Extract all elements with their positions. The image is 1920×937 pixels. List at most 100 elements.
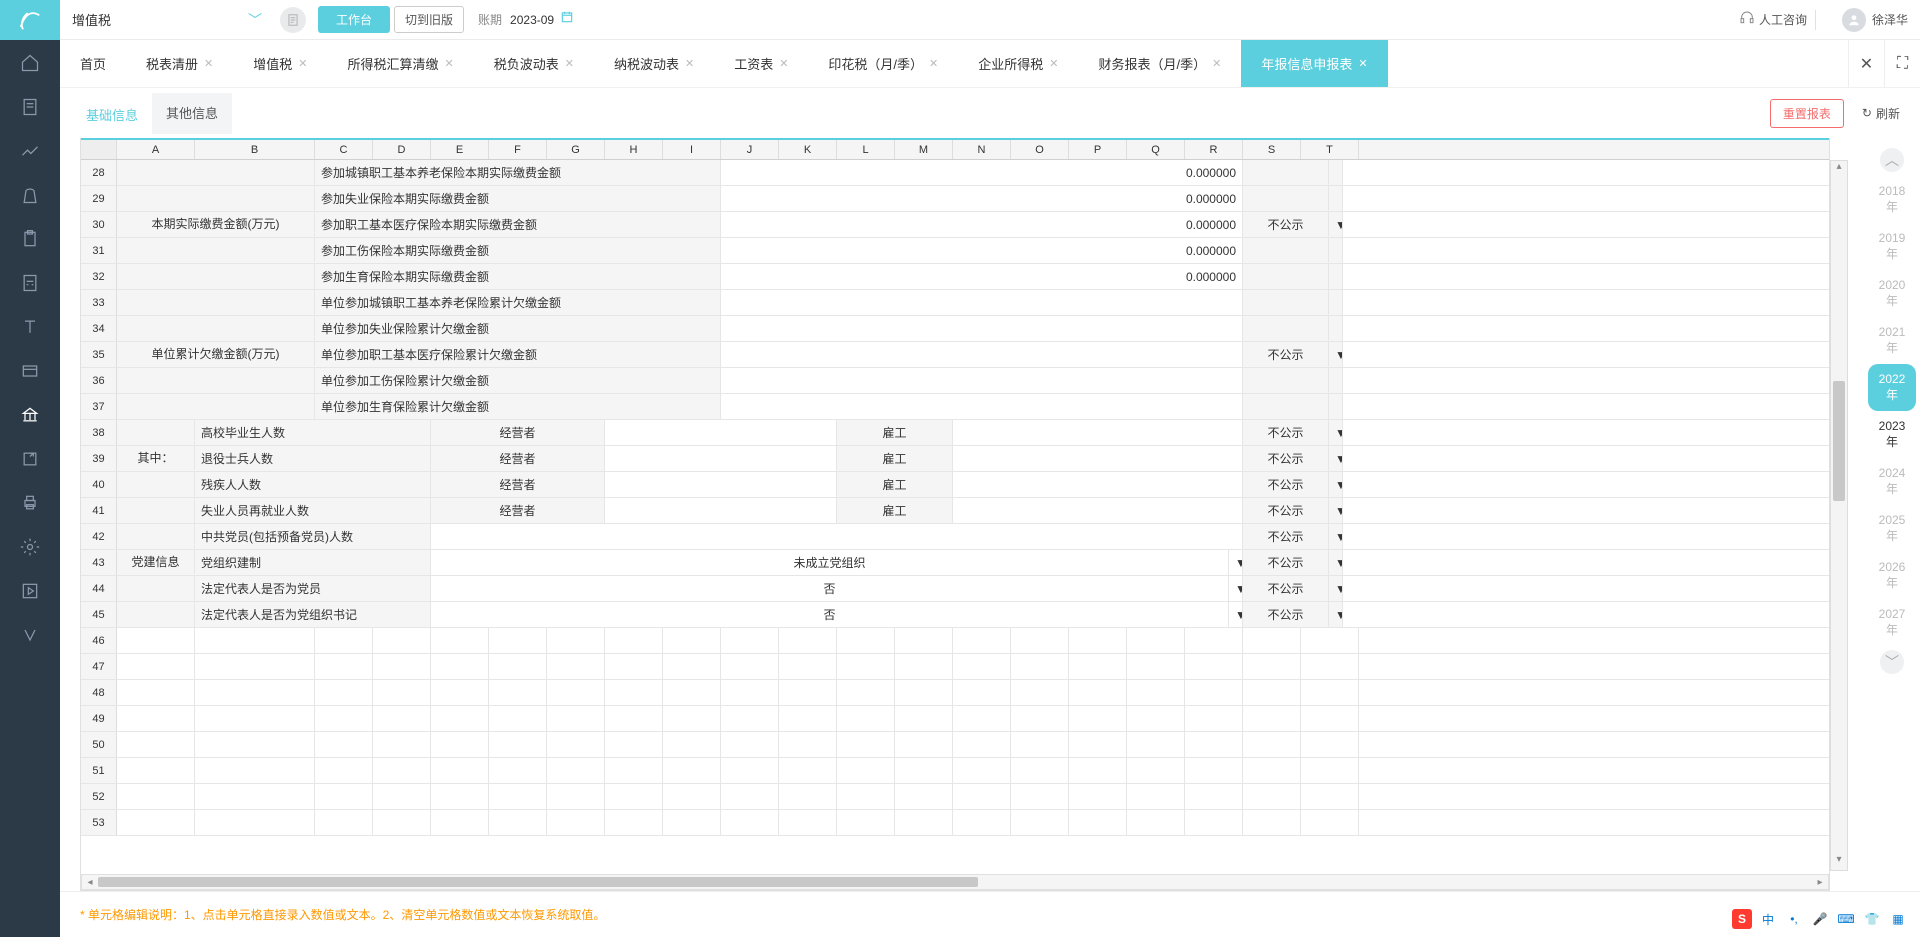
empty-cell[interactable]: [779, 628, 837, 653]
nav-doc-icon[interactable]: [0, 86, 60, 128]
empty-cell[interactable]: [1011, 628, 1069, 653]
tax-type-dropdown[interactable]: 增值税 ﹀: [72, 10, 272, 30]
visibility-dropdown[interactable]: ▼: [1329, 472, 1343, 497]
empty-cell[interactable]: [117, 654, 195, 679]
select-dropdown[interactable]: ▼: [1229, 576, 1243, 601]
empty-cell[interactable]: [315, 810, 373, 835]
row-number[interactable]: 38: [81, 420, 117, 445]
empty-cell[interactable]: [195, 706, 315, 731]
row-number[interactable]: 42: [81, 524, 117, 549]
empty-cell[interactable]: [489, 784, 547, 809]
close-icon[interactable]: ✕: [1358, 57, 1367, 70]
empty-cell[interactable]: [1069, 680, 1127, 705]
empty-cell[interactable]: [605, 732, 663, 757]
empty-cell[interactable]: [663, 758, 721, 783]
empty-cell[interactable]: [721, 628, 779, 653]
scroll-up-arrow[interactable]: ▴: [1831, 161, 1847, 177]
empty-cell[interactable]: [953, 706, 1011, 731]
tab-7[interactable]: 印花税（月/季）✕: [808, 40, 958, 87]
scroll-down-arrow[interactable]: ▾: [1831, 854, 1847, 870]
row-number[interactable]: 35: [81, 342, 117, 367]
empty-cell[interactable]: [895, 758, 953, 783]
empty-cell[interactable]: [315, 680, 373, 705]
horizontal-scroll-thumb[interactable]: [98, 877, 978, 887]
empty-cell[interactable]: [779, 732, 837, 757]
ime-keyboard-icon[interactable]: ⌨: [1836, 909, 1856, 929]
select-dropdown[interactable]: ▼: [1229, 550, 1243, 575]
empty-cell[interactable]: [605, 628, 663, 653]
nav-bank-icon[interactable]: [0, 394, 60, 436]
empty-cell[interactable]: [373, 654, 431, 679]
tab-1[interactable]: 税表清册✕: [126, 40, 233, 87]
column-header-C[interactable]: C: [315, 140, 373, 159]
empty-cell[interactable]: [1011, 654, 1069, 679]
empty-cell[interactable]: [1301, 706, 1359, 731]
empty-cell[interactable]: [1127, 810, 1185, 835]
close-icon[interactable]: ✕: [445, 57, 454, 70]
empty-cell[interactable]: [721, 758, 779, 783]
column-header-T[interactable]: T: [1301, 140, 1359, 159]
empty-cell[interactable]: [1069, 654, 1127, 679]
empty-cell[interactable]: [195, 680, 315, 705]
empty-cell[interactable]: [953, 784, 1011, 809]
empty-cell[interactable]: [117, 628, 195, 653]
empty-cell[interactable]: [117, 706, 195, 731]
tab-10[interactable]: 年报信息申报表✕: [1241, 40, 1387, 87]
visibility-dropdown[interactable]: [1329, 368, 1343, 393]
empty-cell[interactable]: [721, 680, 779, 705]
column-header-I[interactable]: I: [663, 140, 721, 159]
empty-cell[interactable]: [663, 706, 721, 731]
empty-cell[interactable]: [373, 706, 431, 731]
ime-punct-icon[interactable]: •,: [1784, 909, 1804, 929]
reset-report-button[interactable]: 重置报表: [1770, 99, 1844, 128]
visibility-cell[interactable]: 不公示: [1243, 602, 1329, 627]
row-number[interactable]: 28: [81, 160, 117, 185]
empty-cell[interactable]: [431, 732, 489, 757]
empty-cell[interactable]: [1243, 680, 1301, 705]
workspace-button[interactable]: 工作台: [318, 6, 390, 33]
empty-cell[interactable]: [1127, 758, 1185, 783]
empty-cell[interactable]: [547, 654, 605, 679]
visibility-cell[interactable]: 不公示: [1243, 446, 1329, 471]
column-header-S[interactable]: S: [1243, 140, 1301, 159]
empty-cell[interactable]: [953, 628, 1011, 653]
nav-chart-icon[interactable]: [0, 130, 60, 172]
empty-cell[interactable]: [1069, 628, 1127, 653]
empty-cell[interactable]: [605, 706, 663, 731]
empty-cell[interactable]: [1069, 758, 1127, 783]
empty-cell[interactable]: [1243, 758, 1301, 783]
empty-cell[interactable]: [373, 784, 431, 809]
empty-cell[interactable]: [895, 732, 953, 757]
value-cell[interactable]: [431, 524, 1243, 549]
year-option[interactable]: 2026年: [1868, 552, 1916, 599]
empty-cell[interactable]: [721, 706, 779, 731]
empty-cell[interactable]: [547, 628, 605, 653]
empty-cell[interactable]: [837, 784, 895, 809]
row-number[interactable]: 53: [81, 810, 117, 835]
row-number[interactable]: 31: [81, 238, 117, 263]
nav-v-icon[interactable]: [0, 614, 60, 656]
empty-cell[interactable]: [489, 706, 547, 731]
horizontal-scrollbar[interactable]: ◂ ▸: [81, 874, 1829, 890]
empty-cell[interactable]: [489, 654, 547, 679]
column-header-E[interactable]: E: [431, 140, 489, 159]
empty-cell[interactable]: [895, 654, 953, 679]
empty-cell[interactable]: [195, 732, 315, 757]
empty-cell[interactable]: [1185, 680, 1243, 705]
value-cell[interactable]: [721, 290, 1243, 315]
empty-cell[interactable]: [373, 680, 431, 705]
app-logo[interactable]: [0, 0, 60, 40]
row-number[interactable]: 46: [81, 628, 117, 653]
close-icon[interactable]: ✕: [298, 57, 307, 70]
empty-cell[interactable]: [315, 784, 373, 809]
row-number[interactable]: 39: [81, 446, 117, 471]
empty-cell[interactable]: [1127, 706, 1185, 731]
empty-cell[interactable]: [431, 680, 489, 705]
visibility-cell[interactable]: 不公示: [1243, 212, 1329, 237]
column-header-H[interactable]: H: [605, 140, 663, 159]
empty-cell[interactable]: [547, 706, 605, 731]
visibility-cell[interactable]: [1243, 186, 1329, 211]
column-header-D[interactable]: D: [373, 140, 431, 159]
empty-cell[interactable]: [779, 680, 837, 705]
value-cell[interactable]: 0.000000: [721, 186, 1243, 211]
